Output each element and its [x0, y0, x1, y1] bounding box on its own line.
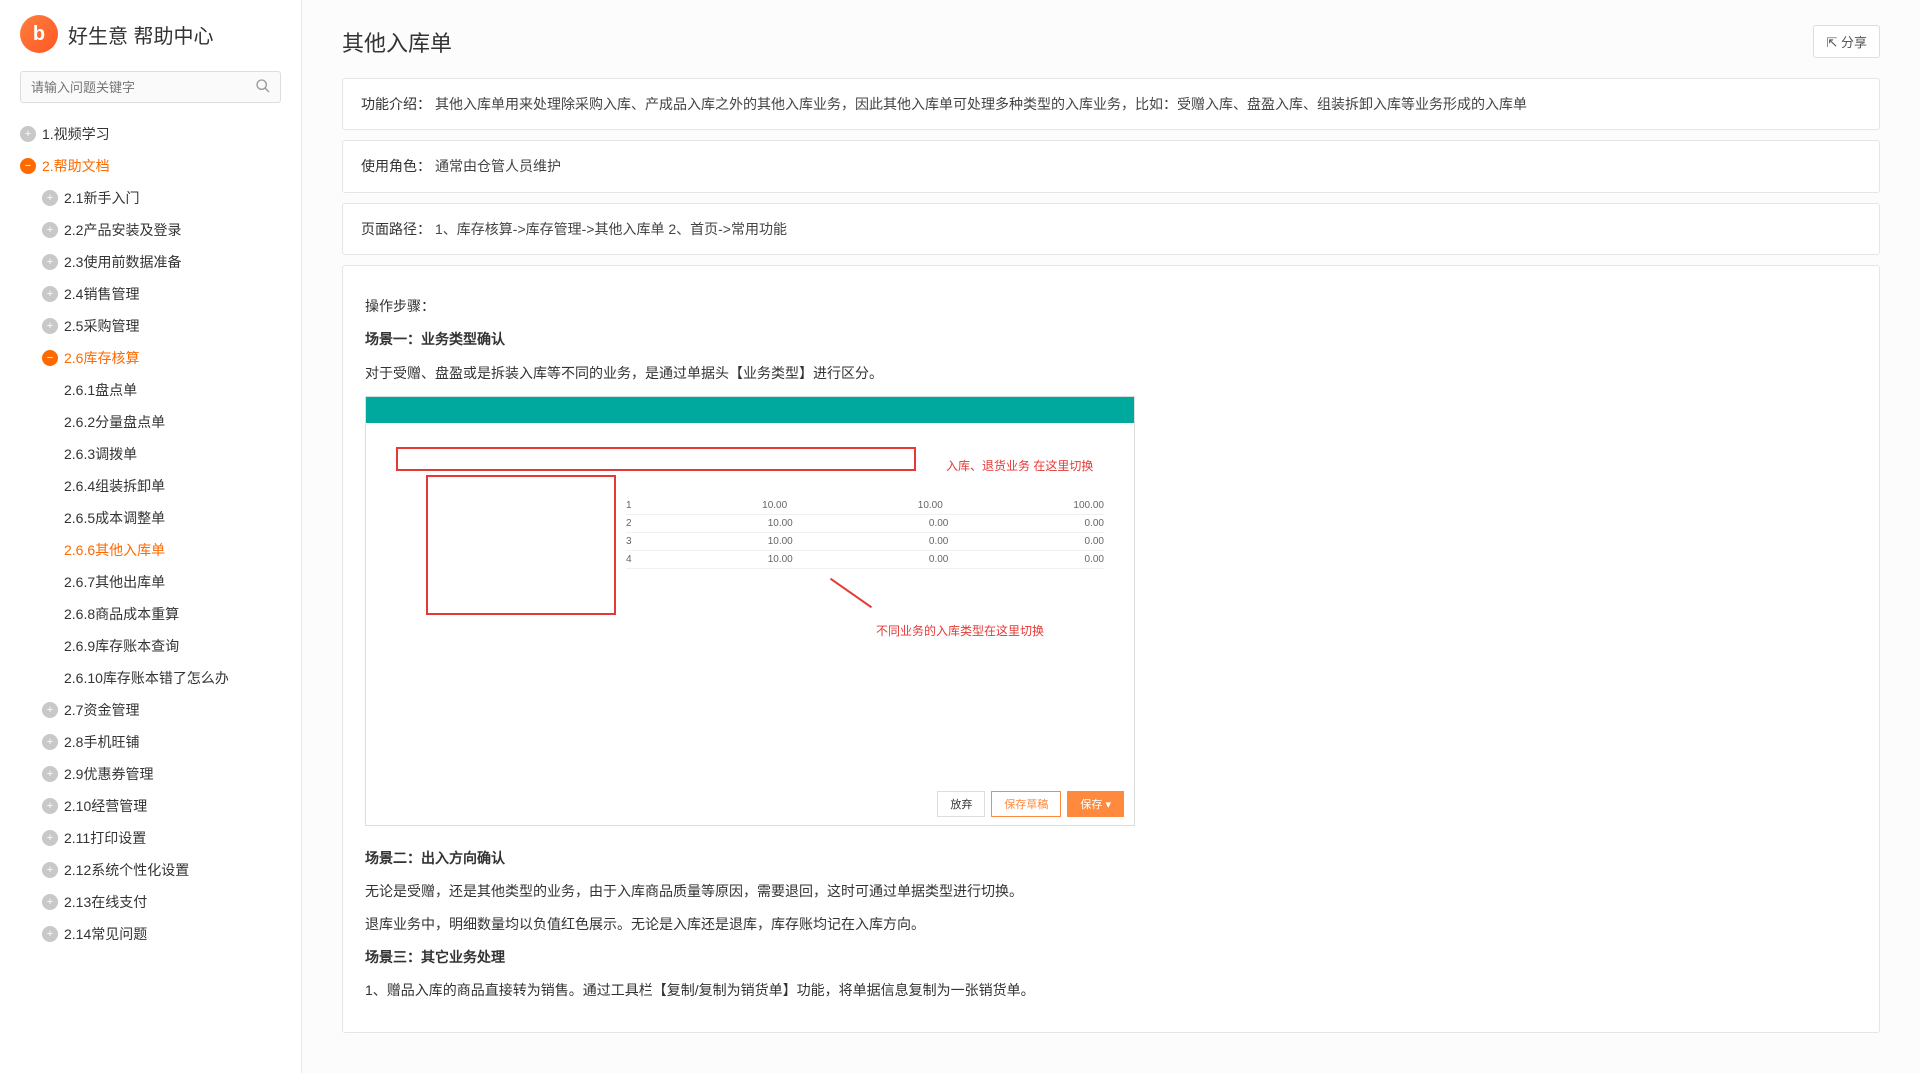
- intro-text: 其他入库单用来处理除采购入库、产成品入库之外的其他入库业务，因此其他入库单可处理…: [435, 96, 1527, 112]
- annotation-2: 不同业务的入库类型在这里切换: [876, 622, 1044, 639]
- nav-leaf-2-6-10[interactable]: 2.6.10库存账本错了怎么办: [64, 662, 281, 694]
- share-label: 分享: [1841, 35, 1867, 50]
- expand-icon: +: [42, 798, 58, 814]
- expand-icon: +: [42, 222, 58, 238]
- brand-row: b 好生意 帮助中心: [20, 15, 281, 53]
- search-box: [20, 71, 281, 103]
- share-button[interactable]: ⇱ 分享: [1813, 25, 1880, 58]
- annotation-1: 入库、退货业务 在这里切换: [946, 457, 1093, 474]
- nav-item-2-13[interactable]: +2.13在线支付: [42, 886, 281, 918]
- sidebar: b 好生意 帮助中心 +1.视频学习 −2.帮助文档 +2.1新手入门 +2.2…: [0, 0, 302, 1073]
- scene3-title: 场景三：其它业务处理: [365, 945, 1857, 970]
- nav-leaf-2-6-8[interactable]: 2.6.8商品成本重算: [64, 598, 281, 630]
- intro-box: 功能介绍：其他入库单用来处理除采购入库、产成品入库之外的其他入库业务，因此其他入…: [342, 78, 1880, 130]
- intro-label: 功能介绍：: [361, 96, 431, 112]
- nav-leaf-2-6-1[interactable]: 2.6.1盘点单: [64, 374, 281, 406]
- search-input[interactable]: [20, 71, 281, 103]
- path-text: 1、库存核算->库存管理->其他入库单 2、首页->常用功能: [435, 221, 787, 237]
- path-box: 页面路径：1、库存核算->库存管理->其他入库单 2、首页->常用功能: [342, 203, 1880, 255]
- nav-label: 2.11打印设置: [64, 828, 146, 848]
- expand-icon: +: [20, 126, 36, 142]
- nav-leaf-2-6-6[interactable]: 2.6.6其他入库单: [64, 534, 281, 566]
- nav-label: 2.4销售管理: [64, 284, 139, 304]
- nav-item-helpdoc[interactable]: −2.帮助文档: [20, 150, 281, 182]
- nav-label: 2.10经营管理: [64, 796, 147, 816]
- expand-icon: +: [42, 894, 58, 910]
- page-header: 其他入库单 ⇱ 分享: [342, 25, 1880, 58]
- expand-icon: +: [42, 318, 58, 334]
- img-draft-button: 保存草稿: [991, 791, 1061, 817]
- nav-leaf-2-6-7[interactable]: 2.6.7其他出库单: [64, 566, 281, 598]
- role-text: 通常由仓管人员维护: [435, 158, 561, 174]
- nav-label: 2.6库存核算: [64, 348, 139, 368]
- nav-label: 2.帮助文档: [42, 156, 110, 176]
- expand-icon: +: [42, 286, 58, 302]
- role-label: 使用角色：: [361, 158, 431, 174]
- nav-item-2-8[interactable]: +2.8手机旺铺: [42, 726, 281, 758]
- nav-item-2-14[interactable]: +2.14常见问题: [42, 918, 281, 950]
- nav-label: 2.13在线支付: [64, 892, 147, 912]
- nav-item-2-7[interactable]: +2.7资金管理: [42, 694, 281, 726]
- nav-item-2-1[interactable]: +2.1新手入门: [42, 182, 281, 214]
- nav-item-2-2[interactable]: +2.2产品安装及登录: [42, 214, 281, 246]
- scene3-text: 1、赠品入库的商品直接转为销售。通过工具栏【复制/复制为销货单】功能，将单据信息…: [365, 978, 1857, 1003]
- expand-icon: +: [42, 734, 58, 750]
- expand-icon: +: [42, 190, 58, 206]
- scene1-text: 对于受赠、盘盈或是拆装入库等不同的业务，是通过单据头【业务类型】进行区分。: [365, 361, 1857, 386]
- nav-item-2-12[interactable]: +2.12系统个性化设置: [42, 854, 281, 886]
- nav-label: 2.5采购管理: [64, 316, 139, 336]
- expand-icon: +: [42, 862, 58, 878]
- logo-icon: b: [20, 15, 58, 53]
- nav-item-2-10[interactable]: +2.10经营管理: [42, 790, 281, 822]
- nav-label: 2.7资金管理: [64, 700, 139, 720]
- steps-label: 操作步骤：: [365, 294, 1857, 319]
- scene1-title: 场景一：业务类型确认: [365, 327, 1857, 352]
- expand-icon: +: [42, 766, 58, 782]
- nav-item-video[interactable]: +1.视频学习: [20, 118, 281, 150]
- nav-label: 2.2产品安装及登录: [64, 220, 181, 240]
- screenshot-image: 入库、退货业务 在这里切换 不同业务的入库类型在这里切换 110.0010.00…: [365, 396, 1135, 826]
- img-save-button: 保存 ▾: [1067, 791, 1124, 817]
- nav-leaf-2-6-3[interactable]: 2.6.3调拨单: [64, 438, 281, 470]
- nav-label: 2.8手机旺铺: [64, 732, 139, 752]
- nav-label: 2.14常见问题: [64, 924, 147, 944]
- nav-item-2-4[interactable]: +2.4销售管理: [42, 278, 281, 310]
- share-icon: ⇱: [1826, 35, 1841, 50]
- nav-item-2-9[interactable]: +2.9优惠券管理: [42, 758, 281, 790]
- page-title: 其他入库单: [342, 26, 452, 58]
- expand-icon: +: [42, 830, 58, 846]
- nav-label: 1.视频学习: [42, 124, 110, 144]
- scene2-title: 场景二：出入方向确认: [365, 846, 1857, 871]
- main-content: 其他入库单 ⇱ 分享 功能介绍：其他入库单用来处理除采购入库、产成品入库之外的其…: [302, 0, 1920, 1073]
- brand-title: 好生意 帮助中心: [68, 20, 214, 49]
- nav-label: 2.3使用前数据准备: [64, 252, 181, 272]
- expand-icon: +: [42, 702, 58, 718]
- content-block: 操作步骤： 场景一：业务类型确认 对于受赠、盘盈或是拆装入库等不同的业务，是通过…: [342, 265, 1880, 1033]
- role-box: 使用角色：通常由仓管人员维护: [342, 140, 1880, 192]
- path-label: 页面路径：: [361, 221, 431, 237]
- expand-icon: +: [42, 254, 58, 270]
- nav-label: 2.9优惠券管理: [64, 764, 153, 784]
- nav-item-2-11[interactable]: +2.11打印设置: [42, 822, 281, 854]
- nav-leaf-2-6-5[interactable]: 2.6.5成本调整单: [64, 502, 281, 534]
- nav-leaf-2-6-4[interactable]: 2.6.4组装拆卸单: [64, 470, 281, 502]
- img-discard-button: 放弃: [937, 791, 985, 817]
- nav-leaf-2-6-2[interactable]: 2.6.2分量盘点单: [64, 406, 281, 438]
- collapse-icon: −: [42, 350, 58, 366]
- nav-item-2-6[interactable]: −2.6库存核算: [42, 342, 281, 374]
- scene2-text2: 退库业务中，明细数量均以负值红色展示。无论是入库还是退库，库存账均记在入库方向。: [365, 912, 1857, 937]
- collapse-icon: −: [20, 158, 36, 174]
- expand-icon: +: [42, 926, 58, 942]
- nav-item-2-5[interactable]: +2.5采购管理: [42, 310, 281, 342]
- nav-label: 2.12系统个性化设置: [64, 860, 189, 880]
- search-icon[interactable]: [255, 78, 271, 97]
- nav-item-2-3[interactable]: +2.3使用前数据准备: [42, 246, 281, 278]
- nav-tree: +1.视频学习 −2.帮助文档 +2.1新手入门 +2.2产品安装及登录 +2.…: [20, 118, 281, 950]
- nav-label: 2.1新手入门: [64, 188, 139, 208]
- scene2-text1: 无论是受赠，还是其他类型的业务，由于入库商品质量等原因，需要退回，这时可通过单据…: [365, 879, 1857, 904]
- nav-leaf-2-6-9[interactable]: 2.6.9库存账本查询: [64, 630, 281, 662]
